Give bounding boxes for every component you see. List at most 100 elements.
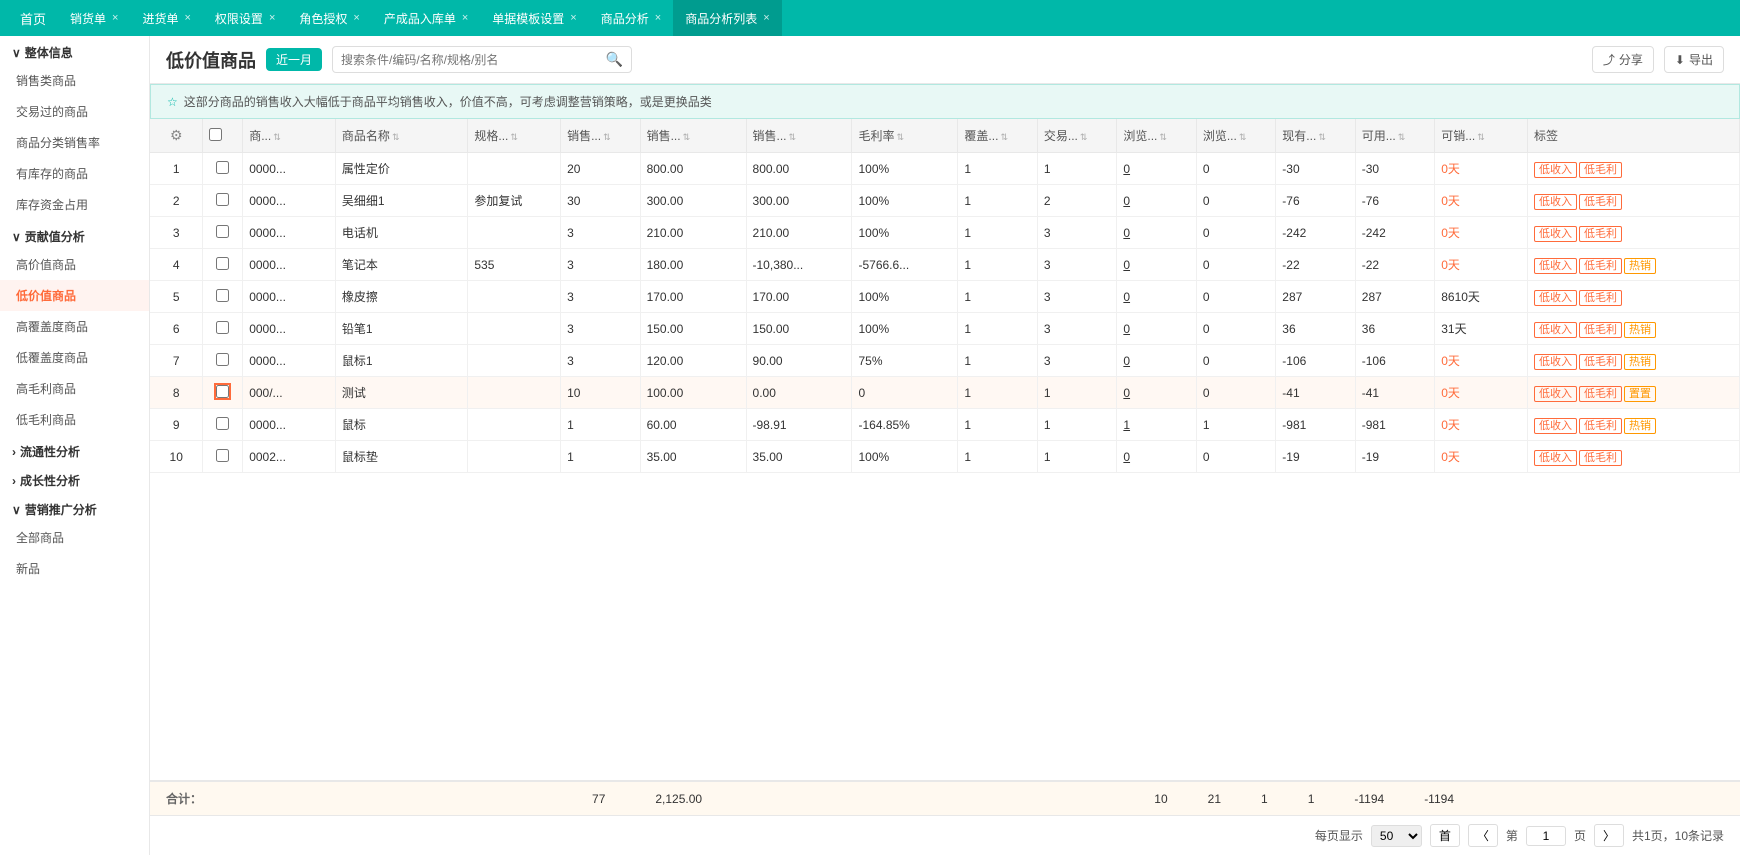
current-column-header[interactable]: 现有...⇅: [1276, 119, 1355, 153]
row-checkbox[interactable]: [216, 257, 229, 270]
row-days: 0天: [1435, 185, 1528, 217]
nav-finished-goods[interactable]: 产成品入库单 ×: [372, 0, 480, 36]
nav-permission[interactable]: 权限设置 ×: [203, 0, 287, 36]
row-spec: [468, 217, 561, 249]
export-button[interactable]: ⬇ 导出: [1664, 46, 1724, 73]
checkbox-column-header: [203, 119, 243, 153]
browse-link[interactable]: 0: [1123, 386, 1130, 400]
close-icon[interactable]: ×: [353, 12, 359, 24]
tags-column-header[interactable]: 标签: [1527, 119, 1739, 153]
coverage-column-header[interactable]: 覆盖...⇅: [958, 119, 1037, 153]
tag-badge: 低毛利: [1579, 322, 1622, 338]
spec-column-header[interactable]: 规格...⇅: [468, 119, 561, 153]
sidebar-item-high-coverage[interactable]: 高覆盖度商品: [0, 311, 149, 342]
gear-icon[interactable]: ⚙: [170, 127, 183, 143]
row-sales2: -10,380...: [746, 249, 852, 281]
browse-link[interactable]: 0: [1123, 226, 1130, 240]
row-spec: [468, 281, 561, 313]
close-icon[interactable]: ×: [184, 12, 190, 24]
browse-link[interactable]: 0: [1123, 354, 1130, 368]
page-title: 低价值商品: [166, 47, 256, 73]
row-code: 0000...: [243, 185, 336, 217]
name-column-header[interactable]: 商品名称⇅: [335, 119, 467, 153]
chevron-down-icon: ∨: [12, 46, 21, 60]
close-icon[interactable]: ×: [655, 12, 661, 24]
browse-link[interactable]: 0: [1123, 322, 1130, 336]
footer-available: -1194: [1424, 792, 1454, 806]
sales2-column-header[interactable]: 销售...⇅: [746, 119, 852, 153]
nav-purchase[interactable]: 进货单 ×: [130, 0, 202, 36]
browse2-column-header[interactable]: 浏览...⇅: [1196, 119, 1275, 153]
row-checkbox[interactable]: [216, 385, 229, 398]
row-checkbox[interactable]: [216, 449, 229, 462]
browse1-column-header[interactable]: 浏览...⇅: [1117, 119, 1196, 153]
close-icon[interactable]: ×: [462, 12, 468, 24]
search-input[interactable]: [341, 53, 606, 67]
first-page-button[interactable]: 首: [1430, 824, 1460, 847]
page-size-select[interactable]: 50 100 200: [1371, 825, 1422, 847]
share-button[interactable]: ⤴ 分享: [1592, 46, 1654, 73]
next-page-button[interactable]: 〉: [1594, 824, 1624, 847]
sidebar-item-all-products[interactable]: 全部商品: [0, 522, 149, 553]
sidebar-item-sales-products[interactable]: 销售类商品: [0, 65, 149, 96]
time-filter-button[interactable]: 近一月: [266, 48, 322, 71]
sellable-column-header[interactable]: 可销...⇅: [1435, 119, 1528, 153]
sidebar-item-inventory-capital[interactable]: 库存资金占用: [0, 189, 149, 220]
nav-home[interactable]: 首页: [8, 0, 58, 36]
browse-link[interactable]: 0: [1123, 194, 1130, 208]
prev-page-button[interactable]: 〈: [1468, 824, 1498, 847]
margin-column-header[interactable]: 毛利率⇅: [852, 119, 958, 153]
close-icon[interactable]: ×: [112, 12, 118, 24]
row-margin: -5766.6...: [852, 249, 958, 281]
row-checkbox-cell: [203, 409, 243, 441]
row-current: -242: [1276, 217, 1355, 249]
nav-role[interactable]: 角色授权 ×: [287, 0, 371, 36]
code-column-header[interactable]: 商...⇅: [243, 119, 336, 153]
close-icon[interactable]: ×: [269, 12, 275, 24]
sidebar-item-low-coverage[interactable]: 低覆盖度商品: [0, 342, 149, 373]
sidebar-group-marketing[interactable]: ∨ 营销推广分析: [0, 493, 149, 522]
row-days: 0天: [1435, 153, 1528, 185]
row-coverage: 1: [958, 185, 1037, 217]
search-icon[interactable]: 🔍: [606, 51, 623, 68]
row-checkbox[interactable]: [216, 289, 229, 302]
close-icon[interactable]: ×: [570, 12, 576, 24]
row-checkbox[interactable]: [216, 161, 229, 174]
sidebar-group-overall[interactable]: ∨ 整体信息: [0, 36, 149, 65]
transaction-column-header[interactable]: 交易...⇅: [1037, 119, 1116, 153]
available-column-header[interactable]: 可用...⇅: [1355, 119, 1434, 153]
nav-template[interactable]: 单据模板设置 ×: [480, 0, 588, 36]
sidebar-item-new-products[interactable]: 新品: [0, 553, 149, 584]
nav-sales[interactable]: 销货单 ×: [58, 0, 130, 36]
sidebar-group-contribution[interactable]: ∨ 贡献值分析: [0, 220, 149, 249]
select-all-checkbox[interactable]: [209, 128, 222, 141]
browse-link[interactable]: 0: [1123, 258, 1130, 272]
browse-link[interactable]: 0: [1123, 290, 1130, 304]
row-checkbox[interactable]: [216, 353, 229, 366]
nav-goods-analysis-list[interactable]: 商品分析列表 ×: [673, 0, 781, 36]
sidebar-item-traded-products[interactable]: 交易过的商品: [0, 96, 149, 127]
info-icon: ☆: [167, 95, 178, 109]
row-checkbox[interactable]: [216, 193, 229, 206]
close-icon[interactable]: ×: [763, 12, 769, 24]
browse-link[interactable]: 1: [1123, 418, 1130, 432]
browse-link[interactable]: 0: [1123, 162, 1130, 176]
sidebar-item-low-value[interactable]: 低价值商品: [0, 280, 149, 311]
sales1-column-header[interactable]: 销售...⇅: [640, 119, 746, 153]
row-margin: 100%: [852, 153, 958, 185]
page-number-input[interactable]: [1526, 826, 1566, 846]
sidebar-item-inventory-products[interactable]: 有库存的商品: [0, 158, 149, 189]
nav-goods-analysis[interactable]: 商品分析 ×: [589, 0, 673, 36]
sidebar-item-low-margin[interactable]: 低毛利商品: [0, 404, 149, 435]
row-checkbox[interactable]: [216, 321, 229, 334]
qty-column-header[interactable]: 销售...⇅: [561, 119, 640, 153]
sidebar-item-high-margin[interactable]: 高毛利商品: [0, 373, 149, 404]
sidebar-group-flow[interactable]: › 流通性分析: [0, 435, 149, 464]
row-checkbox[interactable]: [216, 417, 229, 430]
sidebar-group-growth[interactable]: › 成长性分析: [0, 464, 149, 493]
sidebar-item-high-value[interactable]: 高价值商品: [0, 249, 149, 280]
browse-link[interactable]: 0: [1123, 450, 1130, 464]
row-checkbox[interactable]: [216, 225, 229, 238]
sidebar-item-category-sales-rate[interactable]: 商品分类销售率: [0, 127, 149, 158]
settings-column-header[interactable]: ⚙: [150, 119, 203, 153]
